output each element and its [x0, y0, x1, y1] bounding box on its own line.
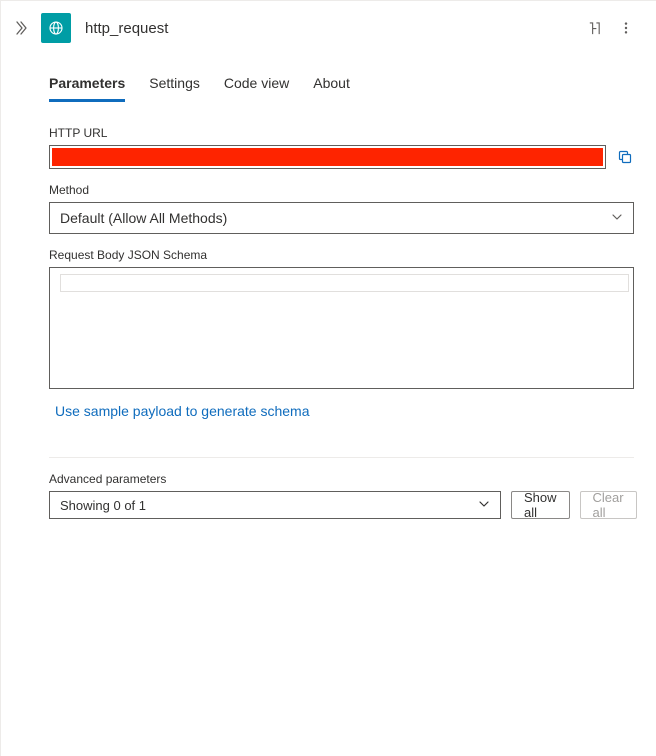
tab-settings[interactable]: Settings [149, 75, 200, 102]
method-select-value: Default (Allow All Methods) [60, 210, 227, 226]
chevron-down-icon [611, 210, 623, 226]
tab-about[interactable]: About [313, 75, 350, 102]
schema-label: Request Body JSON Schema [49, 248, 634, 262]
more-icon[interactable] [616, 18, 636, 38]
method-select[interactable]: Default (Allow All Methods) [49, 202, 634, 234]
http-url-input[interactable] [49, 145, 606, 169]
method-label: Method [49, 183, 634, 197]
use-sample-payload-link[interactable]: Use sample payload to generate schema [55, 403, 309, 419]
schema-input-line[interactable] [60, 274, 629, 292]
panel-header: http_request [1, 1, 640, 55]
http-url-redacted [52, 148, 603, 166]
tab-bar: Parameters Settings Code view About [1, 55, 640, 102]
schema-textarea[interactable] [49, 267, 634, 389]
clear-all-button: Clear all [580, 491, 637, 519]
tab-parameters[interactable]: Parameters [49, 75, 125, 102]
pin-icon[interactable] [584, 18, 604, 38]
advanced-params-select[interactable]: Showing 0 of 1 [49, 491, 501, 519]
advanced-params-label: Advanced parameters [49, 472, 634, 486]
advanced-params-value: Showing 0 of 1 [60, 498, 146, 513]
panel-title: http_request [79, 20, 168, 37]
collapse-chevron-icon[interactable] [9, 16, 33, 40]
http-connector-icon [41, 13, 71, 43]
section-divider [49, 457, 634, 458]
copy-url-icon[interactable] [616, 148, 634, 166]
tab-codeview[interactable]: Code view [224, 75, 289, 102]
http-url-label: HTTP URL [49, 126, 634, 140]
show-all-button[interactable]: Show all [511, 491, 570, 519]
chevron-down-icon [478, 498, 490, 513]
